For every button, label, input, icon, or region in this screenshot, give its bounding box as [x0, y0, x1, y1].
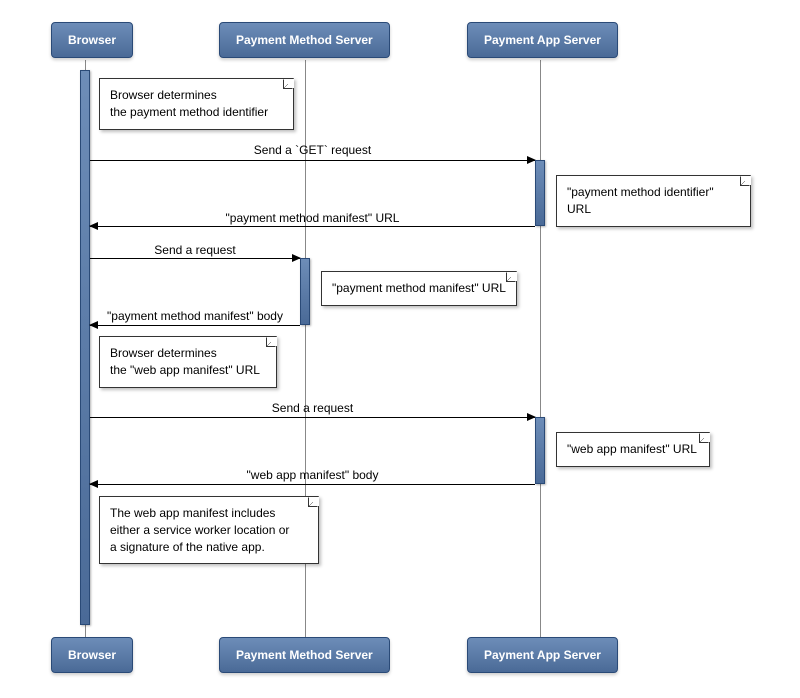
arrow-payment-method-manifest-body: [90, 325, 300, 326]
note-text: the payment method identifier: [110, 105, 268, 119]
participant-payment-method-server-bottom: Payment Method Server: [219, 637, 390, 673]
note-text: "payment method manifest" URL: [332, 281, 506, 295]
note-browser-determines-web-app-url: Browser determines the "web app manifest…: [99, 336, 277, 388]
participant-browser-top: Browser: [51, 22, 133, 58]
note-text: either a service worker location or: [110, 523, 289, 537]
note-text: "payment method identifier" URL: [567, 185, 714, 216]
note-payment-method-manifest-url: "payment method manifest" URL: [321, 271, 517, 306]
note-text: Browser determines: [110, 346, 217, 360]
note-text: Browser determines: [110, 88, 217, 102]
note-text: "web app manifest" URL: [567, 442, 697, 456]
note-text: The web app manifest includes: [110, 506, 275, 520]
participant-payment-app-server-bottom: Payment App Server: [467, 637, 618, 673]
note-payment-method-identifier-url: "payment method identifier" URL: [556, 175, 751, 227]
note-web-app-manifest-includes: The web app manifest includes either a s…: [99, 496, 319, 564]
sequence-diagram: Browser Payment Method Server Payment Ap…: [0, 0, 800, 698]
participant-browser-bottom: Browser: [51, 637, 133, 673]
activation-browser: [80, 70, 90, 625]
activation-payment-method-server: [300, 258, 310, 325]
activation-payment-app-server-1: [535, 160, 545, 226]
participant-payment-method-server-top: Payment Method Server: [219, 22, 390, 58]
arrow-get-request: [90, 160, 535, 161]
arrow-web-app-manifest-body: [90, 484, 535, 485]
note-web-app-manifest-url: "web app manifest" URL: [556, 432, 710, 467]
note-text: a signature of the native app.: [110, 540, 265, 554]
message-label: "payment method manifest" body: [90, 309, 300, 323]
arrow-send-request-app: [90, 417, 535, 418]
arrow-payment-method-manifest-url: [90, 226, 535, 227]
message-label: Send a request: [90, 243, 300, 257]
participant-payment-app-server-top: Payment App Server: [467, 22, 618, 58]
lifeline-payment-app-server: [540, 60, 541, 638]
message-label: Send a `GET` request: [90, 143, 535, 157]
message-label: "web app manifest" body: [90, 468, 535, 482]
note-browser-determines-identifier: Browser determines the payment method id…: [99, 78, 294, 130]
note-text: the "web app manifest" URL: [110, 363, 260, 377]
message-label: "payment method manifest" URL: [90, 211, 535, 225]
activation-payment-app-server-2: [535, 417, 545, 484]
message-label: Send a request: [90, 401, 535, 415]
arrow-send-request-method: [90, 258, 300, 259]
